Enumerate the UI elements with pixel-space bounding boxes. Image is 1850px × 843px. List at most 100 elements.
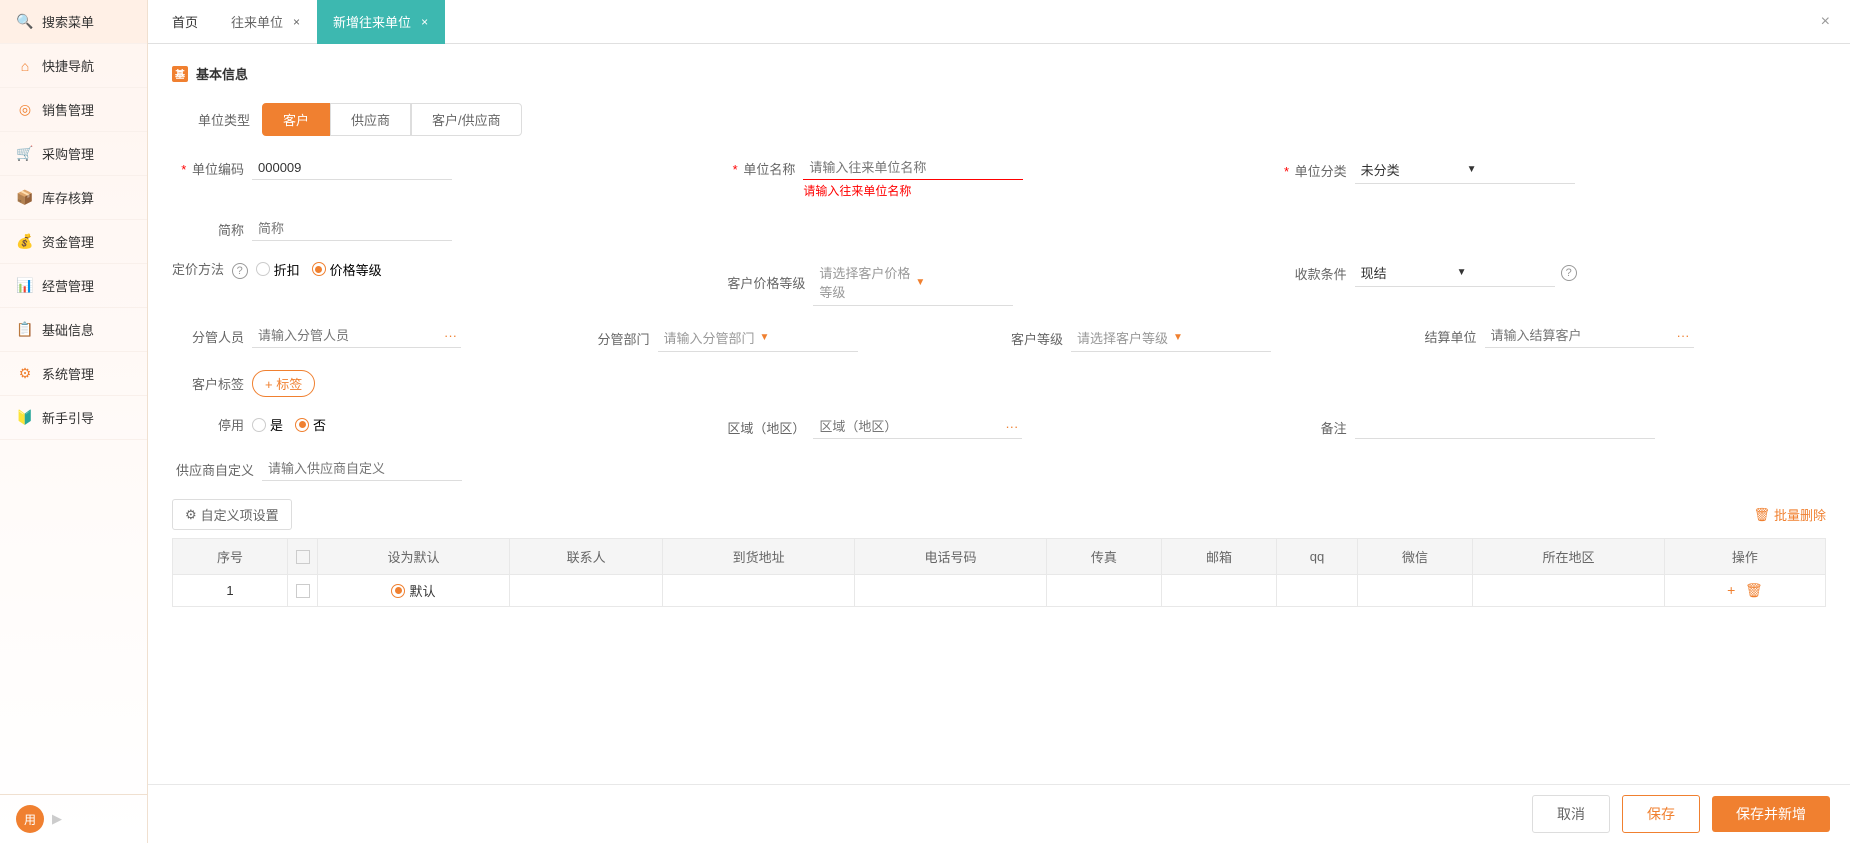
customer-price-level-label: 客户价格等级 xyxy=(723,273,813,292)
sales-icon: ◎ xyxy=(16,101,34,119)
unit-type-supplier-btn[interactable]: 供应商 xyxy=(330,103,411,136)
pricing-method-field: 定价方法 ? 折扣 价格等级 xyxy=(172,259,723,279)
tab-home[interactable]: 首页 xyxy=(156,0,215,44)
sidebar-item-purchase[interactable]: 🛒 采购管理 xyxy=(0,132,147,176)
table-row: 1 默认 xyxy=(173,575,1826,607)
custom-settings-button[interactable]: ⚙ 自定义项设置 xyxy=(172,499,292,530)
customer-price-level-select[interactable]: 请选择客户价格等级 ▼ xyxy=(813,259,1013,306)
customer-price-level-placeholder: 请选择客户价格等级 xyxy=(819,263,911,301)
price-level-label: 价格等级 xyxy=(330,260,382,279)
unit-code-label: * 单位编码 xyxy=(172,159,252,178)
tab-new-partner[interactable]: 新增往来单位 × xyxy=(317,0,445,44)
settlement-dots-icon[interactable]: ··· xyxy=(1673,328,1694,343)
area-field: 区域（地区） ··· xyxy=(723,415,1274,439)
select-all-checkbox[interactable] xyxy=(296,550,310,564)
pricing-radio-group: 折扣 价格等级 xyxy=(256,260,382,279)
row-region xyxy=(1473,575,1665,607)
supplier-custom-input[interactable] xyxy=(262,457,462,481)
unit-code-field: * 单位编码 xyxy=(172,156,723,180)
add-tag-button[interactable]: + 标签 xyxy=(252,370,315,397)
row-address xyxy=(663,575,855,607)
contact-table: 序号 设为默认 联系人 到货地址 电话号码 传真 邮箱 qq 微信 所在地区 xyxy=(172,538,1826,607)
tab-new-partner-close[interactable]: × xyxy=(421,15,428,29)
customer-tag-label: 客户标签 xyxy=(172,374,252,393)
pricing-discount-radio[interactable]: 折扣 xyxy=(256,260,300,279)
col-address: 到货地址 xyxy=(663,539,855,575)
search-icon: 🔍 xyxy=(16,13,34,31)
row-fax xyxy=(1046,575,1161,607)
sidebar-item-basic-info[interactable]: 📋 基础信息 xyxy=(0,308,147,352)
unit-type-both-btn[interactable]: 客户/供应商 xyxy=(411,103,522,136)
remark-input[interactable] xyxy=(1355,415,1655,439)
tab-home-label: 首页 xyxy=(172,12,198,31)
customer-level-arrow-icon: ▼ xyxy=(1173,332,1265,343)
sidebar-label-basic-info: 基础信息 xyxy=(42,320,94,339)
area-input[interactable] xyxy=(813,415,1001,438)
short-name-field: 简称 xyxy=(172,217,1826,241)
sidebar-label-finance: 资金管理 xyxy=(42,232,94,251)
table-header-row: 序号 设为默认 联系人 到货地址 电话号码 传真 邮箱 qq 微信 所在地区 xyxy=(173,539,1826,575)
window-close-button[interactable]: × xyxy=(1809,13,1842,31)
department-placeholder: 请输入分管部门 xyxy=(664,328,756,347)
section-title-basic: 基 基本信息 xyxy=(172,64,1826,83)
short-name-input[interactable] xyxy=(252,217,452,241)
row-delete-button[interactable]: 🗑 xyxy=(1742,582,1766,599)
sidebar-item-operations[interactable]: 📊 经营管理 xyxy=(0,264,147,308)
table-actions: ⚙ 自定义项设置 🗑 批量删除 xyxy=(172,499,1826,530)
basic-info-icon: 📋 xyxy=(16,321,34,339)
row-default-radio[interactable]: 默认 xyxy=(324,581,503,600)
customer-level-select[interactable]: 请选择客户等级 ▼ xyxy=(1071,324,1271,352)
save-button[interactable]: 保存 xyxy=(1622,795,1700,833)
settlement-unit-input[interactable] xyxy=(1485,324,1673,347)
operations-icon: 📊 xyxy=(16,277,34,295)
sidebar-item-search[interactable]: 🔍 搜索菜单 xyxy=(0,0,147,44)
sidebar-label-purchase: 采购管理 xyxy=(42,144,94,163)
area-dots-icon[interactable]: ··· xyxy=(1001,419,1022,434)
tab-partner[interactable]: 往来单位 × xyxy=(215,0,317,44)
row-index: 1 xyxy=(173,575,288,607)
row-email xyxy=(1161,575,1276,607)
disabled-no-radio[interactable]: 否 xyxy=(295,415,326,434)
price-level-arrow-icon: ▼ xyxy=(915,277,1007,288)
col-contact: 联系人 xyxy=(509,539,662,575)
cancel-button[interactable]: 取消 xyxy=(1532,795,1610,833)
sidebar-item-finance[interactable]: 💰 资金管理 xyxy=(0,220,147,264)
row-checkbox[interactable] xyxy=(296,584,310,598)
purchase-icon: 🛒 xyxy=(16,145,34,163)
sidebar-item-quick-nav[interactable]: ⌂ 快捷导航 xyxy=(0,44,147,88)
unit-type-customer-btn[interactable]: 客户 xyxy=(262,103,330,136)
batch-delete-icon: 🗑 xyxy=(1753,507,1770,523)
col-phone: 电话号码 xyxy=(855,539,1047,575)
yes-radio-circle xyxy=(252,418,266,432)
unit-type-label: 单位类型 xyxy=(172,110,262,129)
col-region: 所在地区 xyxy=(1473,539,1665,575)
sidebar-item-system[interactable]: ⚙ 系统管理 xyxy=(0,352,147,396)
sidebar-item-sales[interactable]: ◎ 销售管理 xyxy=(0,88,147,132)
col-fax: 传真 xyxy=(1046,539,1161,575)
sidebar-label-inventory: 库存核算 xyxy=(42,188,94,207)
tab-partner-close[interactable]: × xyxy=(293,15,300,29)
row-phone xyxy=(855,575,1047,607)
unit-code-input[interactable] xyxy=(252,156,452,180)
pricing-level-radio[interactable]: 价格等级 xyxy=(312,260,382,279)
row-add-button[interactable]: + xyxy=(1724,582,1738,598)
unit-name-input[interactable] xyxy=(803,156,1023,180)
pricing-help-icon[interactable]: ? xyxy=(232,263,248,279)
row-contact xyxy=(509,575,662,607)
payment-help-icon[interactable]: ? xyxy=(1561,265,1577,281)
disabled-yes-radio[interactable]: 是 xyxy=(252,415,283,434)
manager-input[interactable] xyxy=(252,324,440,347)
batch-delete-button[interactable]: 🗑 批量删除 xyxy=(1753,505,1826,524)
main-content: 首页 往来单位 × 新增往来单位 × × 基 基本信息 单位类型 客户 供应商 … xyxy=(148,0,1850,843)
department-select[interactable]: 请输入分管部门 ▼ xyxy=(658,324,858,352)
settlement-unit-wrapper: ··· xyxy=(1485,324,1694,348)
unit-type-row: 单位类型 客户 供应商 客户/供应商 xyxy=(172,103,1826,136)
row-default-cell: 默认 xyxy=(318,575,510,607)
unit-category-select[interactable]: 未分类 ▼ xyxy=(1355,156,1575,184)
sidebar-item-inventory[interactable]: 📦 库存核算 xyxy=(0,176,147,220)
sidebar-item-guide[interactable]: 🔰 新手引导 xyxy=(0,396,147,440)
customer-tag-field: 客户标签 + 标签 xyxy=(172,370,1826,397)
payment-terms-select[interactable]: 现结 ▼ xyxy=(1355,259,1555,287)
manager-dots-icon[interactable]: ··· xyxy=(440,328,461,343)
save-new-button[interactable]: 保存并新增 xyxy=(1712,796,1830,832)
